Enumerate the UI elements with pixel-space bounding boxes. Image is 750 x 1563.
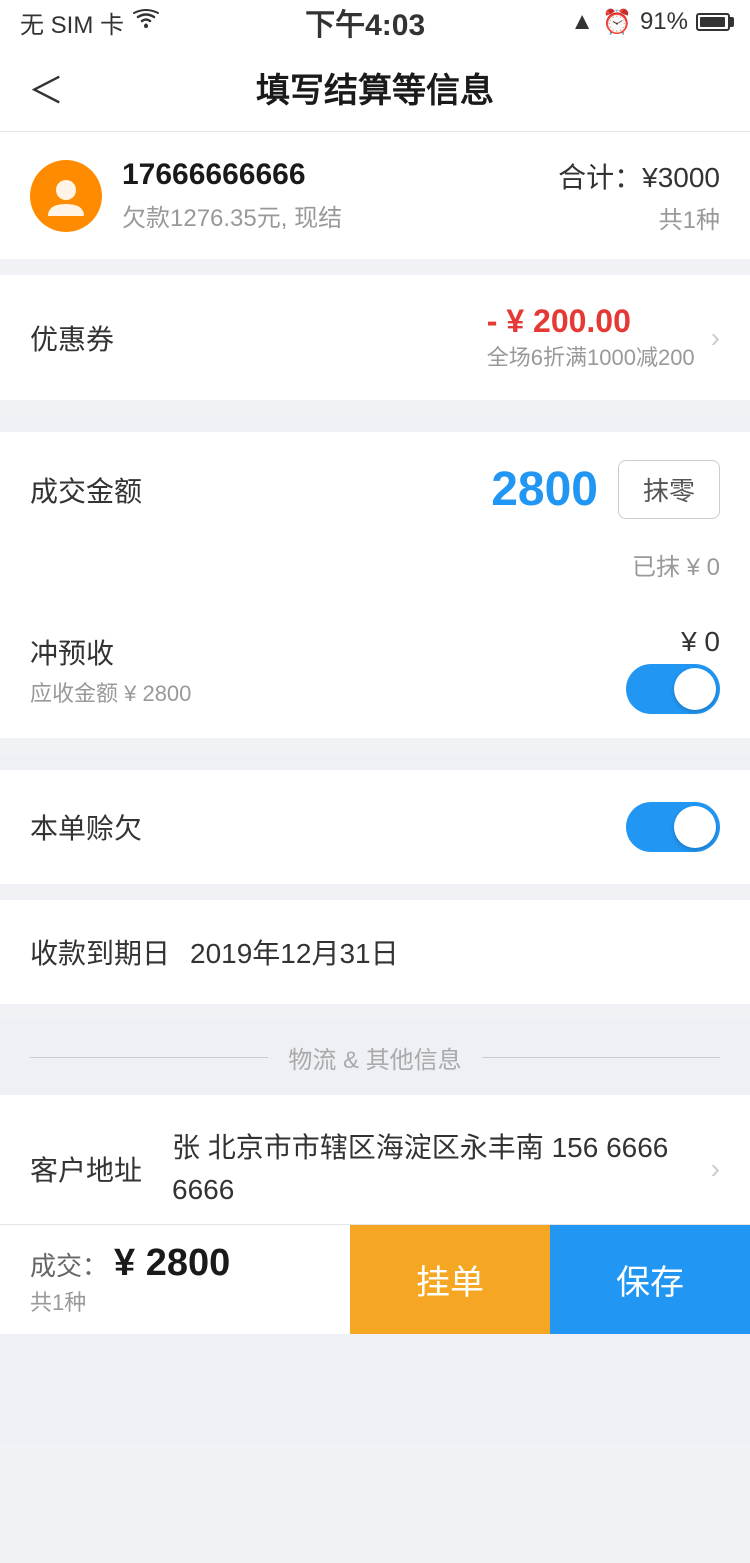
wifi-icon — [132, 8, 160, 36]
address-arrow-icon: › — [711, 1153, 720, 1185]
customer-card: 17666666666 欠款1276.35元, 现结 合计：¥3000 共1种 — [0, 132, 750, 259]
battery-icon — [696, 13, 730, 31]
prepaid-right: ¥ 0 — [626, 626, 720, 714]
deal-section: 成交金额 2800 抹零 已抹 ¥ 0 冲预收 应收金额 ¥ 2800 ¥ 0 — [0, 432, 750, 738]
deal-sub: 已抹 ¥ 0 — [0, 547, 750, 602]
coupon-amount: - ¥ 200.00 — [487, 303, 695, 340]
logistics-divider: 物流 & 其他信息 — [0, 1020, 750, 1095]
address-row[interactable]: 客户地址 张 北京市市辖区海淀区永丰南 156 6666 6666 › — [0, 1095, 750, 1243]
nav-bar: ＜ 填写结算等信息 — [0, 44, 750, 132]
divider-line-right — [482, 1057, 720, 1058]
coupon-section: 优惠券 - ¥ 200.00 全场6折满1000减200 › — [0, 275, 750, 400]
footer: 成交： ¥ 2800 共1种 挂单 保存 — [0, 1224, 750, 1334]
status-time: 下午4:03 — [305, 0, 425, 44]
coupon-row[interactable]: 优惠券 - ¥ 200.00 全场6折满1000减200 › — [0, 275, 750, 400]
footer-count: 共1种 — [30, 1285, 320, 1317]
avatar — [30, 160, 102, 232]
battery-text: 91% — [640, 8, 688, 36]
due-date-label: 收款到期日 — [30, 932, 170, 972]
customer-info: 17666666666 欠款1276.35元, 现结 — [122, 158, 342, 233]
back-button[interactable]: ＜ — [28, 62, 64, 114]
prepaid-row: 冲预收 应收金额 ¥ 2800 ¥ 0 — [0, 602, 750, 738]
alarm-icon: ⏰ — [602, 8, 632, 37]
status-bar: 无 SIM 卡 下午4:03 ▲ ⏰ 91% — [0, 0, 750, 44]
due-date-row: 收款到期日 2019年12月31日 — [0, 900, 750, 1004]
footer-deal-label: 成交： — [30, 1246, 108, 1283]
customer-phone: 17666666666 — [122, 158, 342, 192]
prepaid-toggle[interactable] — [626, 664, 720, 714]
page-title: 填写结算等信息 — [256, 63, 494, 112]
logistics-label: 物流 & 其他信息 — [288, 1040, 461, 1075]
prepaid-sub: 应收金额 ¥ 2800 — [30, 676, 191, 708]
coupon-desc: 全场6折满1000减200 — [487, 340, 695, 372]
prepaid-label: 冲预收 — [30, 632, 191, 672]
carrier-text: 无 SIM 卡 — [20, 5, 124, 40]
status-right: ▲ ⏰ 91% — [570, 8, 730, 37]
hang-button[interactable]: 挂单 — [350, 1225, 550, 1334]
customer-right: 合计：¥3000 共1种 — [558, 156, 720, 235]
divider-2 — [0, 754, 750, 770]
coupon-right: - ¥ 200.00 全场6折满1000减200 › — [487, 303, 720, 372]
customer-debt: 欠款1276.35元, 现结 — [122, 198, 342, 233]
coupon-label: 优惠券 — [30, 318, 114, 358]
deal-value: 2800 — [491, 462, 598, 517]
total-count: 共1种 — [558, 200, 720, 235]
prepaid-amount: ¥ 0 — [681, 626, 720, 658]
divider-line-left — [30, 1057, 268, 1058]
deal-amount-row: 成交金额 2800 抹零 — [0, 432, 750, 547]
address-value: 张 北京市市辖区海淀区永丰南 156 6666 6666 — [172, 1127, 695, 1211]
total-amount: 合计：¥3000 — [558, 156, 720, 196]
credit-knob — [674, 806, 716, 848]
due-date-value: 2019年12月31日 — [190, 932, 399, 972]
credit-toggle[interactable] — [626, 802, 720, 852]
footer-info: 成交： ¥ 2800 共1种 — [0, 1225, 350, 1334]
divider-1 — [0, 416, 750, 432]
coupon-info: - ¥ 200.00 全场6折满1000减200 — [487, 303, 695, 372]
credit-label: 本单赊欠 — [30, 807, 142, 847]
toggle-knob — [674, 668, 716, 710]
save-button[interactable]: 保存 — [550, 1225, 750, 1334]
content: 17666666666 欠款1276.35元, 现结 合计：¥3000 共1种 … — [0, 132, 750, 1563]
coupon-arrow-icon: › — [711, 322, 720, 354]
customer-left: 17666666666 欠款1276.35元, 现结 — [30, 158, 342, 233]
prepaid-left: 冲预收 应收金额 ¥ 2800 — [30, 632, 191, 708]
location-icon: ▲ — [570, 8, 594, 36]
credit-row: 本单赊欠 — [0, 770, 750, 884]
round-button[interactable]: 抹零 — [618, 460, 720, 519]
footer-amount: ¥ 2800 — [114, 1242, 230, 1285]
deal-label: 成交金额 — [30, 470, 142, 510]
address-label: 客户地址 — [30, 1149, 142, 1189]
status-left: 无 SIM 卡 — [20, 5, 160, 40]
deal-right: 2800 抹零 — [491, 460, 720, 519]
